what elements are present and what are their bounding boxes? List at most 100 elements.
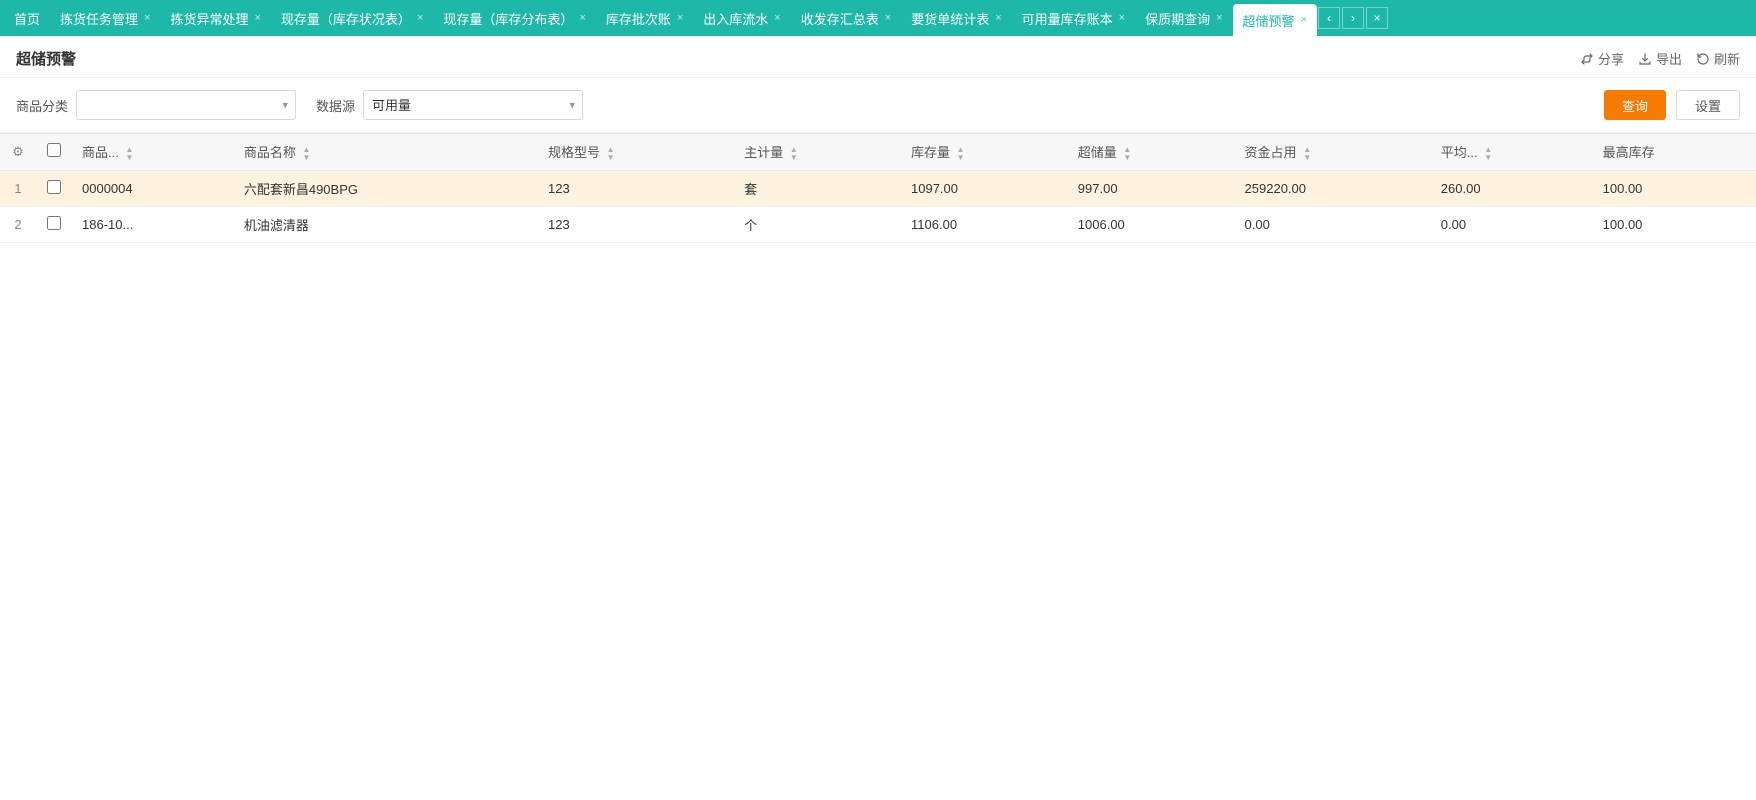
nav-inout-flow[interactable]: 出入库流水 ×	[693, 0, 790, 36]
nav-overstock-alert[interactable]: 超储预警 ×	[1233, 4, 1317, 36]
col-spec-label: 规格型号	[548, 145, 600, 160]
sort-product-name-icon[interactable]: ▲▼	[302, 146, 310, 162]
table-area: ⚙ 商品... ▲▼ 商品名称 ▲▼ 规格型号 ▲▼	[0, 133, 1756, 243]
sort-avg-icon[interactable]: ▲▼	[1484, 146, 1492, 162]
select-all-checkbox[interactable]	[47, 143, 61, 157]
row-checkbox[interactable]	[47, 180, 61, 194]
sort-capital-icon[interactable]: ▲▼	[1303, 146, 1311, 162]
close-batch-ledger-icon[interactable]: ×	[677, 12, 683, 24]
close-order-stats-icon[interactable]: ×	[995, 12, 1001, 24]
query-button[interactable]: 查询	[1604, 90, 1666, 120]
sort-unit-icon[interactable]: ▲▼	[790, 146, 798, 162]
col-unit-label: 主计量	[744, 145, 783, 160]
nav-home[interactable]: 首页	[4, 0, 50, 36]
row-overstock: 997.00	[1068, 170, 1235, 206]
col-capital-label: 资金占用	[1245, 145, 1297, 160]
export-label: 导出	[1656, 49, 1682, 68]
category-filter-group: 商品分类 ▾	[16, 90, 296, 120]
home-label: 首页	[14, 9, 40, 28]
row-product-name: 六配套新昌490BPG	[234, 170, 538, 206]
filter-area: 商品分类 ▾ 数据源 可用量 ▾ 查询 设置	[0, 78, 1756, 133]
nav-prev-button[interactable]: ‹	[1318, 7, 1340, 29]
col-max-stock-label: 最高库存	[1603, 145, 1655, 160]
col-overstock: 超储量 ▲▼	[1068, 134, 1235, 171]
inout-flow-label: 出入库流水	[703, 9, 768, 28]
col-capital: 资金占用 ▲▼	[1235, 134, 1431, 171]
sort-overstock-icon[interactable]: ▲▼	[1123, 146, 1131, 162]
row-gear-cell: 1	[0, 170, 36, 206]
table-header-row: ⚙ 商品... ▲▼ 商品名称 ▲▼ 规格型号 ▲▼	[0, 134, 1756, 171]
nav-collect-summary[interactable]: 收发存汇总表 ×	[791, 0, 901, 36]
share-button[interactable]: 分享	[1580, 49, 1624, 68]
refresh-icon	[1696, 52, 1710, 66]
datasource-select-wrapper: 可用量 ▾	[363, 90, 583, 120]
col-product-code-label: 商品...	[82, 145, 119, 160]
row-checkbox-cell	[36, 206, 72, 242]
content-area: 超储预警 分享 导出	[0, 36, 1756, 800]
row-checkbox[interactable]	[47, 216, 61, 230]
col-stock-label: 库存量	[911, 145, 950, 160]
col-unit: 主计量 ▲▼	[734, 134, 901, 171]
refresh-label: 刷新	[1714, 49, 1740, 68]
header-actions: 分享 导出 刷新	[1580, 49, 1740, 68]
close-inout-flow-icon[interactable]: ×	[774, 12, 780, 24]
row-avg: 260.00	[1431, 170, 1593, 206]
row-num: 2	[14, 217, 21, 232]
datasource-select[interactable]: 可用量	[363, 90, 583, 120]
settings-button[interactable]: 设置	[1676, 90, 1740, 120]
refresh-button[interactable]: 刷新	[1696, 49, 1740, 68]
nav-next-button[interactable]: ›	[1342, 7, 1364, 29]
close-stock-status-icon[interactable]: ×	[417, 12, 423, 24]
nav-abnormal[interactable]: 拣货异常处理 ×	[160, 0, 270, 36]
sort-stock-icon[interactable]: ▲▼	[957, 146, 965, 162]
col-spec: 规格型号 ▲▼	[538, 134, 734, 171]
nav-available-ledger[interactable]: 可用量库存账本 ×	[1012, 0, 1135, 36]
stock-dist-label: 现存量（库存分布表）	[443, 9, 573, 28]
row-product-code: 186-10...	[72, 206, 234, 242]
datasource-filter-label: 数据源	[316, 96, 355, 115]
col-product-code: 商品... ▲▼	[72, 134, 234, 171]
row-stock: 1106.00	[901, 206, 1068, 242]
row-checkbox-cell	[36, 170, 72, 206]
row-product-name: 机油滤清器	[234, 206, 538, 242]
col-avg-label: 平均...	[1441, 145, 1478, 160]
close-abnormal-icon[interactable]: ×	[254, 12, 260, 24]
row-spec: 123	[538, 206, 734, 242]
batch-ledger-label: 库存批次账	[606, 9, 671, 28]
order-stats-label: 要货单统计表	[911, 9, 989, 28]
export-button[interactable]: 导出	[1638, 49, 1682, 68]
gear-settings-icon[interactable]: ⚙	[12, 144, 24, 159]
category-select[interactable]	[76, 90, 296, 120]
nav-expiry-query[interactable]: 保质期查询 ×	[1135, 0, 1232, 36]
nav-order-stats[interactable]: 要货单统计表 ×	[901, 0, 1011, 36]
sort-product-code-icon[interactable]: ▲▼	[125, 146, 133, 162]
close-collect-summary-icon[interactable]: ×	[885, 12, 891, 24]
nav-stock-dist[interactable]: 现存量（库存分布表） ×	[433, 0, 595, 36]
row-avg: 0.00	[1431, 206, 1593, 242]
sort-spec-icon[interactable]: ▲▼	[607, 146, 615, 162]
filter-buttons: 查询 设置	[1604, 90, 1740, 120]
share-icon	[1580, 52, 1594, 66]
nav-more-button[interactable]: ×	[1366, 7, 1388, 29]
close-task-mgmt-icon[interactable]: ×	[144, 12, 150, 24]
category-filter-label: 商品分类	[16, 96, 68, 115]
table-row: 1 0000004 六配套新昌490BPG 123 套 1097.00 997.…	[0, 170, 1756, 206]
expiry-query-label: 保质期查询	[1145, 9, 1210, 28]
col-max-stock: 最高库存	[1593, 134, 1756, 171]
close-overstock-alert-icon[interactable]: ×	[1301, 14, 1307, 26]
overstock-alert-label: 超储预警	[1243, 11, 1295, 30]
nav-batch-ledger[interactable]: 库存批次账 ×	[596, 0, 693, 36]
row-gear-cell: 2	[0, 206, 36, 242]
nav-task-mgmt[interactable]: 拣货任务管理 ×	[50, 0, 160, 36]
data-table: ⚙ 商品... ▲▼ 商品名称 ▲▼ 规格型号 ▲▼	[0, 133, 1756, 243]
close-available-ledger-icon[interactable]: ×	[1119, 12, 1125, 24]
close-expiry-query-icon[interactable]: ×	[1216, 12, 1222, 24]
page-title: 超储预警	[16, 48, 76, 69]
nav-stock-status[interactable]: 现存量（库存状况表） ×	[271, 0, 433, 36]
close-stock-dist-icon[interactable]: ×	[579, 12, 585, 24]
row-unit: 个	[734, 206, 901, 242]
row-max-stock: 100.00	[1593, 170, 1756, 206]
col-avg: 平均... ▲▼	[1431, 134, 1593, 171]
col-product-name: 商品名称 ▲▼	[234, 134, 538, 171]
row-num: 1	[14, 181, 21, 196]
